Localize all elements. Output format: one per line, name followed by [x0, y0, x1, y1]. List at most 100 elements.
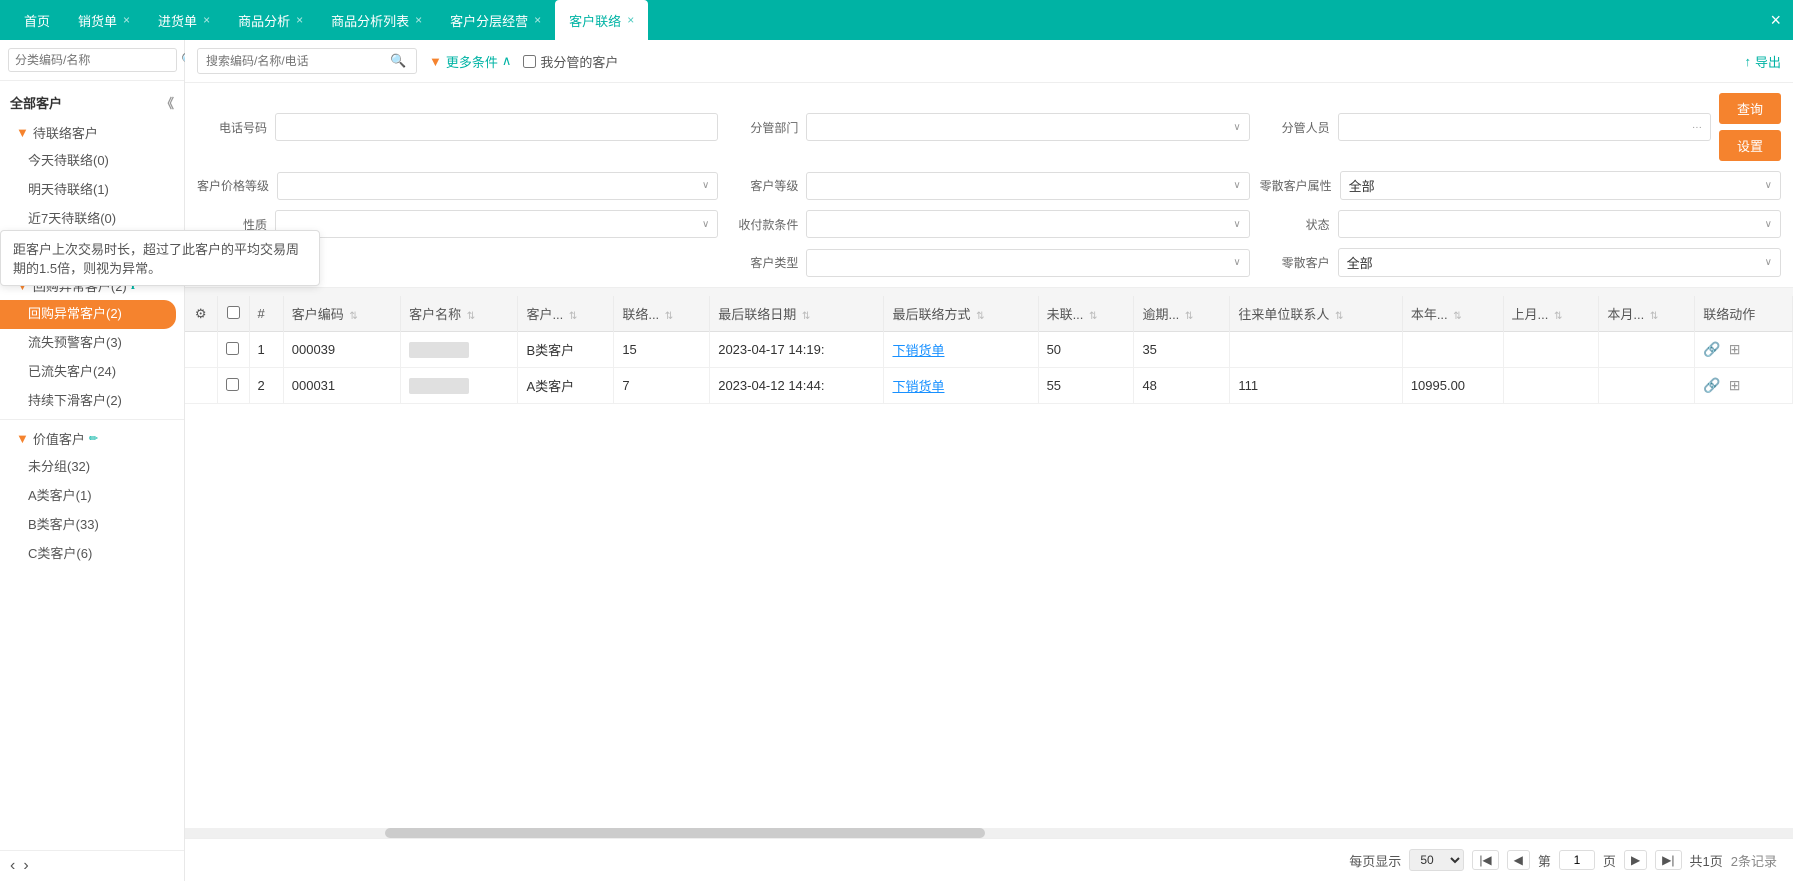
page-label-pre: 第 [1538, 851, 1551, 870]
row2-last-date: 2023-04-12 14:44: [710, 368, 884, 404]
filter-chevron-icon: ∧ [502, 53, 512, 69]
col-code: 客户编码 ⇅ [283, 296, 400, 332]
row1-contact-count: 15 [614, 332, 710, 368]
main-search-wrap: 🔍 [197, 48, 417, 74]
nav-close-purchase[interactable]: × [203, 13, 210, 27]
first-page-btn[interactable]: |◀ [1472, 850, 1498, 870]
retail-customer-select[interactable]: 全部∨ [1338, 248, 1781, 277]
filter-person-row: 分管人员 ··· 查询 设置 [1260, 93, 1781, 161]
row2-this-month [1599, 368, 1695, 404]
export-button[interactable]: ↑ 导出 [1744, 52, 1781, 71]
col-contact-person: 往来单位联系人 ⇅ [1230, 296, 1402, 332]
pagination: 每页显示 50 20 100 |◀ ◀ 第 页 ▶ ▶| 共1页 2条记录 [185, 838, 1793, 881]
prev-page-btn[interactable]: ◀ [1507, 850, 1530, 870]
col-last-date: 最后联络日期 ⇅ [710, 296, 884, 332]
row2-grid-icon[interactable]: ⊞ [1729, 377, 1741, 394]
phone-input[interactable] [275, 113, 718, 141]
sidebar-item-declining[interactable]: 持续下滑客户(2) [0, 387, 184, 416]
page-size-select[interactable]: 50 20 100 [1409, 849, 1464, 871]
person-select[interactable]: ··· [1338, 113, 1711, 141]
row2-this-year: 10995.00 [1402, 368, 1503, 404]
nav-item-product-analysis-list[interactable]: 商品分析列表 × [317, 0, 436, 40]
row1-this-month [1599, 332, 1695, 368]
sidebar-item-churned[interactable]: 已流失客户(24) [0, 358, 184, 387]
sidebar-item-repurchase-abnormal[interactable]: 回购异常客户(2) [0, 300, 176, 329]
col-settings[interactable]: ⚙ [185, 296, 217, 332]
filter-retail-attr: 零散客户属性 全部∨ [1260, 171, 1781, 200]
col-this-year: 本年... ⇅ [1402, 296, 1503, 332]
sidebar-search-input[interactable] [8, 48, 177, 72]
sidebar-right-arrow[interactable]: › [23, 857, 28, 875]
row1-settings [185, 332, 217, 368]
next-page-btn[interactable]: ▶ [1624, 850, 1647, 870]
main-search-input[interactable] [206, 54, 386, 68]
row2-level: A类客户 [518, 368, 614, 404]
col-last-month: 上月... ⇅ [1503, 296, 1599, 332]
row1-code: 000039 [283, 332, 400, 368]
my-customer-checkbox[interactable] [523, 55, 536, 68]
nav-item-product-analysis[interactable]: 商品分析 × [224, 0, 317, 40]
sidebar-item-unclassified[interactable]: 未分组(32) [0, 453, 184, 482]
sidebar-item-tomorrow[interactable]: 明天待联络(1) [0, 176, 184, 205]
nav-item-customer-contact[interactable]: 客户联络 × [555, 0, 648, 40]
more-filter-button[interactable]: ▼ 更多条件 ∧ [429, 52, 511, 71]
nav-item-home[interactable]: 首页 [10, 0, 64, 40]
settings-button[interactable]: 设置 [1719, 130, 1781, 161]
sidebar-item-today[interactable]: 今天待联络(0) [0, 147, 184, 176]
col-this-month: 本月... ⇅ [1599, 296, 1695, 332]
row2-check[interactable] [226, 378, 239, 391]
row2-link-icon[interactable]: 🔗 [1703, 377, 1720, 394]
main-search-icon[interactable]: 🔍 [390, 53, 406, 69]
dept-select[interactable]: ∨ [806, 113, 1249, 141]
row1-check[interactable] [226, 342, 239, 355]
select-all-checkbox[interactable] [227, 306, 240, 319]
col-not-contacted: 未联... ⇅ [1038, 296, 1134, 332]
sidebar-item-c-class[interactable]: C类客户(6) [0, 540, 184, 569]
sidebar-section-pending[interactable]: ▼ 待联络客户 [0, 118, 184, 147]
last-page-btn[interactable]: ▶| [1655, 850, 1681, 870]
nav-item-customer-segmentation[interactable]: 客户分层经营 × [436, 0, 555, 40]
nav-close-customer-segmentation[interactable]: × [534, 13, 541, 27]
sidebar-item-churn-warning[interactable]: 流失预警客户(3) [0, 329, 184, 358]
payment-select[interactable]: ∨ [806, 210, 1249, 238]
main-layout: 🔍 全部客户 《 ▼ 待联络客户 今天待联络(0) 明天待联络(1) 近7天待联… [0, 40, 1793, 881]
customer-level-select[interactable]: ∨ [806, 172, 1249, 200]
customer-type-label: 客户类型 [728, 254, 798, 271]
nav-item-purchase[interactable]: 进货单 × [144, 0, 224, 40]
customer-table: ⚙ # 客户编码 ⇅ 客户名称 ⇅ 客户... ⇅ 联络... ⇅ 最后联络日期… [185, 296, 1793, 404]
row2-last-month [1503, 368, 1599, 404]
nav-close-customer-contact[interactable]: × [627, 13, 634, 27]
sidebar-left-arrow[interactable]: ‹ [10, 857, 15, 875]
sidebar-content: 全部客户 《 ▼ 待联络客户 今天待联络(0) 明天待联络(1) 近7天待联络(… [0, 81, 184, 850]
sidebar-item-a-class[interactable]: A类客户(1) [0, 482, 184, 511]
filter-dept: 分管部门 ∨ [728, 113, 1249, 141]
row1-link-icon[interactable]: 🔗 [1703, 341, 1720, 358]
gender-select[interactable]: ∨ [275, 210, 718, 238]
sidebar-item-b-class[interactable]: B类客户(33) [0, 511, 184, 540]
filter-icon: ▼ [429, 54, 442, 69]
nav-close-product-analysis[interactable]: × [296, 13, 303, 27]
query-button[interactable]: 查询 [1719, 93, 1781, 124]
data-table-wrap: ⚙ # 客户编码 ⇅ 客户名称 ⇅ 客户... ⇅ 联络... ⇅ 最后联络日期… [185, 296, 1793, 828]
row1-grid-icon[interactable]: ⊞ [1729, 341, 1741, 358]
nav-close-sales[interactable]: × [123, 13, 130, 27]
page-number-input[interactable] [1559, 850, 1595, 870]
filter-customer-type: 客户类型 ∨ [728, 249, 1249, 277]
price-level-select[interactable]: ∨ [277, 172, 718, 200]
sidebar-section-value[interactable]: ▼ 价值客户 ✏ [0, 424, 184, 453]
retail-attr-label: 零散客户属性 [1260, 177, 1332, 194]
nav-item-sales[interactable]: 销货单 × [64, 0, 144, 40]
horizontal-scrollbar[interactable] [185, 828, 1793, 838]
customer-type-select[interactable]: ∨ [806, 249, 1249, 277]
my-customer-checkbox-wrap: 我分管的客户 [523, 52, 618, 71]
filter-retail-customer: 零散客户 全部∨ [1260, 248, 1781, 277]
value-edit-icon[interactable]: ✏ [89, 432, 98, 445]
status-select[interactable]: ∨ [1338, 210, 1781, 238]
scrollbar-thumb[interactable] [385, 828, 985, 838]
row2-not-contacted: 55 [1038, 368, 1134, 404]
retail-attr-select[interactable]: 全部∨ [1340, 171, 1781, 200]
sidebar-collapse-icon[interactable]: 《 [161, 93, 174, 112]
row2-contact-count: 7 [614, 368, 710, 404]
close-all-tabs[interactable]: × [1770, 10, 1781, 31]
nav-close-product-analysis-list[interactable]: × [415, 13, 422, 27]
